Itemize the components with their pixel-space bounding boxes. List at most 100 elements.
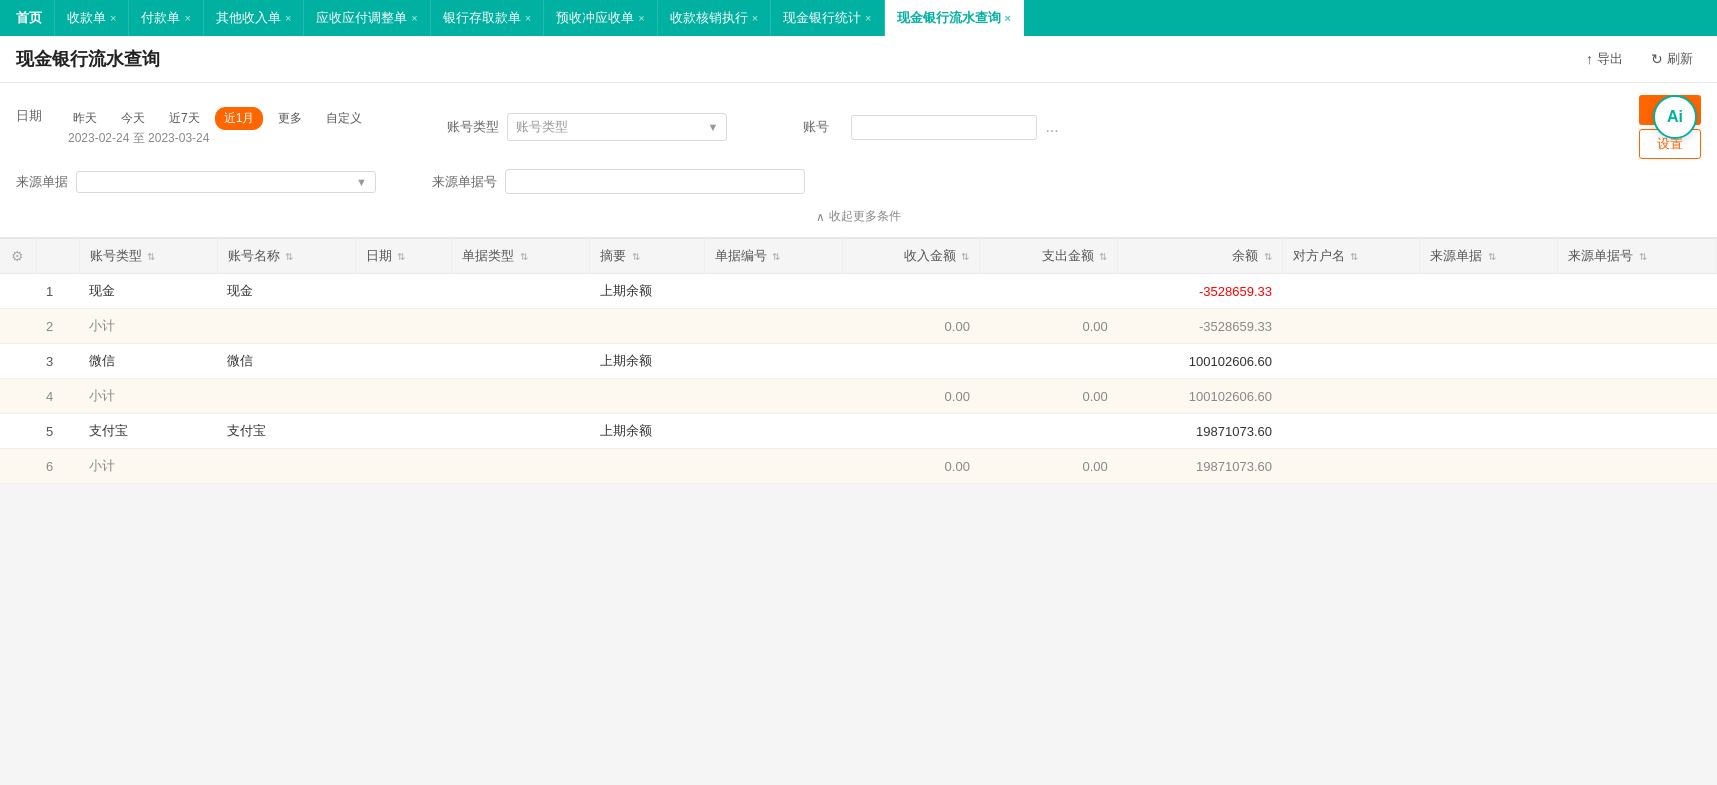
row-expense-1: 0.00 bbox=[980, 309, 1118, 344]
nav-item-6[interactable]: 收款核销执行 × bbox=[658, 0, 771, 36]
th-counterparty: 对方户名 ⇅ bbox=[1282, 239, 1420, 274]
account-type-arrow-icon: ▼ bbox=[707, 121, 718, 133]
th-doc-type: 单据类型 ⇅ bbox=[452, 239, 590, 274]
export-icon: ↑ bbox=[1586, 51, 1593, 67]
th-expense: 支出金额 ⇅ bbox=[980, 239, 1118, 274]
th-account-name: 账号名称 ⇅ bbox=[217, 239, 355, 274]
nav-close-6[interactable]: × bbox=[752, 12, 758, 24]
ai-assistant-button[interactable]: Ai bbox=[1653, 95, 1697, 139]
sort-doc-type-icon[interactable]: ⇅ bbox=[520, 251, 528, 262]
row-num-2: 3 bbox=[36, 344, 79, 379]
nav-item-3[interactable]: 应收应付调整单 × bbox=[304, 0, 430, 36]
nav-item-0[interactable]: 收款单 × bbox=[55, 0, 129, 36]
row-doc-no-0 bbox=[704, 274, 842, 309]
row-balance-2: 100102606.60 bbox=[1118, 344, 1282, 379]
table-row[interactable]: 5 支付宝 支付宝 上期余额 19871073.60 bbox=[0, 414, 1717, 449]
account-input[interactable] bbox=[851, 115, 1037, 140]
row-summary-1 bbox=[590, 309, 705, 344]
table-row[interactable]: 3 微信 微信 上期余额 100102606.60 bbox=[0, 344, 1717, 379]
source-doc-arrow-icon: ▼ bbox=[356, 176, 367, 188]
sort-account-name-icon[interactable]: ⇅ bbox=[285, 251, 293, 262]
nav-close-0[interactable]: × bbox=[110, 12, 116, 24]
table-row[interactable]: 2 小计 0.00 0.00 -3528659.33 bbox=[0, 309, 1717, 344]
row-num-5: 6 bbox=[36, 449, 79, 484]
row-account-type-5: 小计 bbox=[79, 449, 217, 484]
date-btn-1month[interactable]: 近1月 bbox=[215, 107, 264, 130]
nav-close-4[interactable]: × bbox=[525, 12, 531, 24]
row-source-doc-no-3 bbox=[1558, 379, 1717, 414]
row-doc-no-5 bbox=[704, 449, 842, 484]
nav-close-8[interactable]: × bbox=[1005, 12, 1011, 24]
sort-source-doc-no-icon[interactable]: ⇅ bbox=[1639, 251, 1647, 262]
sort-expense-icon[interactable]: ⇅ bbox=[1099, 251, 1107, 262]
source-doc-filter: 来源单据 ▼ bbox=[16, 171, 376, 193]
filter-row-2: 来源单据 ▼ 来源单据号 bbox=[16, 169, 1701, 194]
date-options-group: 昨天 今天 近7天 近1月 更多 自定义 2023-02-24 至 2023-0… bbox=[64, 107, 371, 147]
row-date-3 bbox=[355, 379, 452, 414]
row-doc-type-1 bbox=[452, 309, 590, 344]
row-source-doc-2 bbox=[1420, 344, 1558, 379]
row-income-2 bbox=[842, 344, 980, 379]
row-date-2 bbox=[355, 344, 452, 379]
row-gear-5 bbox=[0, 449, 36, 484]
top-nav: 首页 收款单 × 付款单 × 其他收入单 × 应收应付调整单 × 银行存取款单 … bbox=[0, 0, 1717, 36]
row-account-type-1: 小计 bbox=[79, 309, 217, 344]
sort-source-doc-icon[interactable]: ⇅ bbox=[1488, 251, 1496, 262]
table-row[interactable]: 4 小计 0.00 0.00 100102606.60 bbox=[0, 379, 1717, 414]
source-doc-num-input[interactable] bbox=[505, 169, 805, 194]
account-type-filter: 账号类型 账号类型 ▼ bbox=[447, 113, 727, 141]
row-doc-type-4 bbox=[452, 414, 590, 449]
nav-close-7[interactable]: × bbox=[865, 12, 871, 24]
nav-close-2[interactable]: × bbox=[285, 12, 291, 24]
th-account-type: 账号类型 ⇅ bbox=[79, 239, 217, 274]
nav-close-5[interactable]: × bbox=[638, 12, 644, 24]
row-doc-no-1 bbox=[704, 309, 842, 344]
date-btn-today[interactable]: 今天 bbox=[112, 107, 154, 130]
row-balance-1: -3528659.33 bbox=[1118, 309, 1282, 344]
date-btn-7days[interactable]: 近7天 bbox=[160, 107, 209, 130]
row-num-3: 4 bbox=[36, 379, 79, 414]
column-settings-icon[interactable]: ⚙ bbox=[11, 248, 24, 264]
refresh-button[interactable]: ↻ 刷新 bbox=[1643, 46, 1701, 72]
th-num bbox=[36, 239, 79, 274]
sort-balance-icon[interactable]: ⇅ bbox=[1264, 251, 1272, 262]
sort-date-icon[interactable]: ⇅ bbox=[397, 251, 405, 262]
nav-item-1[interactable]: 付款单 × bbox=[129, 0, 203, 36]
row-gear-1 bbox=[0, 309, 36, 344]
table-row[interactable]: 1 现金 现金 上期余额 -3528659.33 bbox=[0, 274, 1717, 309]
row-expense-2 bbox=[980, 344, 1118, 379]
nav-item-4[interactable]: 银行存取款单 × bbox=[431, 0, 544, 36]
sort-summary-icon[interactable]: ⇅ bbox=[632, 251, 640, 262]
refresh-icon: ↻ bbox=[1651, 51, 1663, 67]
date-btn-custom[interactable]: 自定义 bbox=[317, 107, 371, 130]
account-type-select[interactable]: 账号类型 ▼ bbox=[507, 113, 727, 141]
date-btn-yesterday[interactable]: 昨天 bbox=[64, 107, 106, 130]
nav-close-1[interactable]: × bbox=[184, 12, 190, 24]
row-summary-4: 上期余额 bbox=[590, 414, 705, 449]
sort-doc-no-icon[interactable]: ⇅ bbox=[772, 251, 780, 262]
row-account-name-3 bbox=[217, 379, 355, 414]
row-income-5: 0.00 bbox=[842, 449, 980, 484]
row-date-0 bbox=[355, 274, 452, 309]
account-dots[interactable]: ... bbox=[1045, 118, 1058, 136]
sort-account-type-icon[interactable]: ⇅ bbox=[147, 251, 155, 262]
table-row[interactable]: 6 小计 0.00 0.00 19871073.60 bbox=[0, 449, 1717, 484]
export-button[interactable]: ↑ 导出 bbox=[1578, 46, 1631, 72]
row-doc-type-2 bbox=[452, 344, 590, 379]
th-source-doc: 来源单据 ⇅ bbox=[1420, 239, 1558, 274]
row-expense-0 bbox=[980, 274, 1118, 309]
nav-close-3[interactable]: × bbox=[411, 12, 417, 24]
nav-item-2[interactable]: 其他收入单 × bbox=[204, 0, 304, 36]
nav-home[interactable]: 首页 bbox=[4, 0, 55, 36]
source-doc-select[interactable]: ▼ bbox=[76, 171, 376, 193]
row-counterparty-5 bbox=[1282, 449, 1420, 484]
sort-income-icon[interactable]: ⇅ bbox=[961, 251, 969, 262]
date-btn-more[interactable]: 更多 bbox=[269, 107, 311, 130]
nav-item-5[interactable]: 预收冲应收单 × bbox=[544, 0, 657, 36]
sort-counterparty-icon[interactable]: ⇅ bbox=[1350, 251, 1358, 262]
nav-item-8[interactable]: 现金银行流水查询 × bbox=[885, 0, 1024, 36]
collapse-bar[interactable]: ∧ 收起更多条件 bbox=[16, 204, 1701, 225]
source-doc-num-label: 来源单据号 bbox=[432, 173, 497, 191]
table-body: 1 现金 现金 上期余额 -3528659.33 2 小计 0.00 0.00 … bbox=[0, 274, 1717, 484]
nav-item-7[interactable]: 现金银行统计 × bbox=[771, 0, 884, 36]
